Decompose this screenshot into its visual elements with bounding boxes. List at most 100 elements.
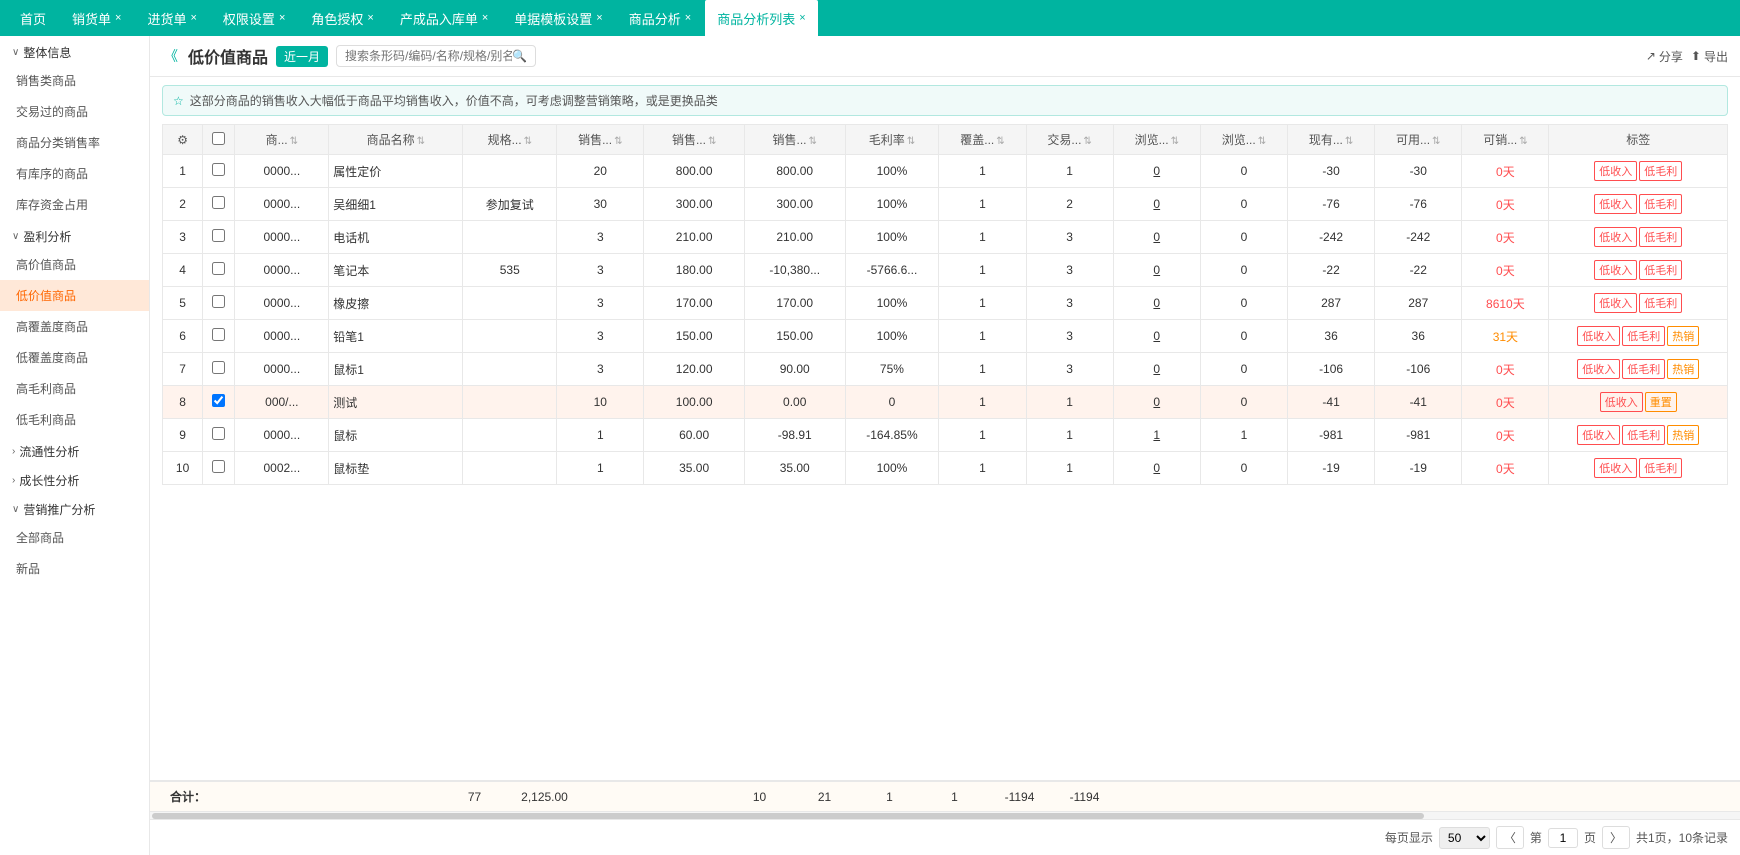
search-icon[interactable]: 🔍 <box>512 49 527 63</box>
first-page-button[interactable]: 〈 <box>1496 826 1524 849</box>
sidebar-item-high-margin[interactable]: 高毛利商品 <box>0 373 149 404</box>
horizontal-scrollbar-area[interactable] <box>150 811 1740 819</box>
nav-close-finished-goods[interactable]: × <box>482 12 488 24</box>
row-views1[interactable]: 0 <box>1113 188 1200 221</box>
row-select-checkbox[interactable] <box>212 394 225 407</box>
gross-rate-col-header[interactable]: 毛利率⇅ <box>845 125 939 155</box>
nav-close-template-settings[interactable]: × <box>596 12 602 24</box>
row-checkbox[interactable] <box>203 221 235 254</box>
row-select-checkbox[interactable] <box>212 229 225 242</box>
sales-qty-col-header[interactable]: 销售...⇅ <box>557 125 644 155</box>
sidebar-group-overall-title[interactable]: ∨ 整体信息 <box>0 36 149 65</box>
sidebar-item-category-sales-rate[interactable]: 商品分类销售率 <box>0 127 149 158</box>
filter-recent-month-button[interactable]: 近一月 <box>276 46 328 67</box>
sidebar-item-goods-with-stock[interactable]: 有库序的商品 <box>0 158 149 189</box>
checkbox-col-header[interactable] <box>203 125 235 155</box>
row-views1[interactable]: 0 <box>1113 452 1200 485</box>
nav-close-role-auth[interactable]: × <box>367 12 373 24</box>
stock-sell-col-header[interactable]: 可销...⇅ <box>1462 125 1549 155</box>
row-checkbox[interactable] <box>203 287 235 320</box>
row-checkbox[interactable] <box>203 155 235 188</box>
nav-role-auth[interactable]: 角色授权 × <box>299 0 385 36</box>
sidebar-group-flow-title[interactable]: › 流通性分析 <box>0 435 149 464</box>
coverage-col-header[interactable]: 覆盖...⇅ <box>939 125 1026 155</box>
sidebar-group-profit-title[interactable]: ∨ 盈利分析 <box>0 220 149 249</box>
views1-link[interactable]: 1 <box>1153 428 1160 442</box>
row-select-checkbox[interactable] <box>212 295 225 308</box>
nav-close-product-analysis[interactable]: × <box>685 12 691 24</box>
row-views1[interactable]: 0 <box>1113 254 1200 287</box>
settings-col-header[interactable]: ⚙ <box>163 125 203 155</box>
name-col-header[interactable]: 商品名称⇅ <box>329 125 463 155</box>
row-select-checkbox[interactable] <box>212 262 225 275</box>
transactions-col-header[interactable]: 交易...⇅ <box>1026 125 1113 155</box>
row-select-checkbox[interactable] <box>212 460 225 473</box>
nav-home[interactable]: 首页 <box>8 0 58 36</box>
row-checkbox[interactable] <box>203 254 235 287</box>
sidebar-item-traded-goods[interactable]: 交易过的商品 <box>0 96 149 127</box>
sidebar-item-low-value[interactable]: 低价值商品 <box>0 280 149 311</box>
share-button[interactable]: ↗ 分享 <box>1646 48 1683 65</box>
sales-cost-col-header[interactable]: 销售...⇅ <box>744 125 845 155</box>
nav-sales-order[interactable]: 销货单 × <box>60 0 133 36</box>
export-button[interactable]: ⬆ 导出 <box>1691 48 1728 65</box>
sidebar-item-sales-goods[interactable]: 销售类商品 <box>0 65 149 96</box>
views1-link[interactable]: 0 <box>1153 230 1160 244</box>
collapse-sidebar-button[interactable]: 《 <box>162 44 180 68</box>
row-checkbox[interactable] <box>203 320 235 353</box>
row-checkbox[interactable] <box>203 386 235 419</box>
nav-product-analysis-list[interactable]: 商品分析列表 × <box>705 0 817 36</box>
sidebar-item-high-value[interactable]: 高价值商品 <box>0 249 149 280</box>
views1-link[interactable]: 0 <box>1153 362 1160 376</box>
sidebar-item-new-goods[interactable]: 新品 <box>0 553 149 584</box>
views1-link[interactable]: 0 <box>1153 395 1160 409</box>
row-select-checkbox[interactable] <box>212 328 225 341</box>
per-page-select[interactable]: 50 100 200 <box>1439 827 1490 849</box>
nav-purchase-order[interactable]: 进货单 × <box>135 0 208 36</box>
select-all-checkbox[interactable] <box>212 132 225 145</box>
sales-amt-col-header[interactable]: 销售...⇅ <box>644 125 745 155</box>
row-select-checkbox[interactable] <box>212 427 225 440</box>
tags-col-header[interactable]: 标签 <box>1549 125 1728 155</box>
search-input[interactable] <box>345 49 512 63</box>
row-views1[interactable]: 1 <box>1113 419 1200 452</box>
stock-avail-col-header[interactable]: 可用...⇅ <box>1375 125 1462 155</box>
spec-col-header[interactable]: 规格...⇅ <box>463 125 557 155</box>
nav-close-product-analysis-list[interactable]: × <box>799 12 805 24</box>
page-number-input[interactable] <box>1548 828 1578 848</box>
views1-link[interactable]: 0 <box>1153 197 1160 211</box>
sidebar-group-growth-title[interactable]: › 成长性分析 <box>0 464 149 493</box>
views1-col-header[interactable]: 浏览...⇅ <box>1113 125 1200 155</box>
row-views1[interactable]: 0 <box>1113 287 1200 320</box>
row-views1[interactable]: 0 <box>1113 353 1200 386</box>
row-checkbox[interactable] <box>203 353 235 386</box>
nav-finished-goods[interactable]: 产成品入库单 × <box>388 0 500 36</box>
sidebar-item-stock-capital[interactable]: 库存资金占用 <box>0 189 149 220</box>
nav-template-settings[interactable]: 单据模板设置 × <box>502 0 614 36</box>
row-views1[interactable]: 0 <box>1113 386 1200 419</box>
row-views1[interactable]: 0 <box>1113 320 1200 353</box>
row-views1[interactable]: 0 <box>1113 155 1200 188</box>
nav-product-analysis[interactable]: 商品分析 × <box>617 0 703 36</box>
sidebar-item-all-goods[interactable]: 全部商品 <box>0 522 149 553</box>
code-col-header[interactable]: 商...⇅ <box>235 125 329 155</box>
sidebar-group-marketing-title[interactable]: ∨ 营销推广分析 <box>0 493 149 522</box>
row-checkbox[interactable] <box>203 452 235 485</box>
views2-col-header[interactable]: 浏览...⇅ <box>1200 125 1287 155</box>
row-select-checkbox[interactable] <box>212 196 225 209</box>
row-checkbox[interactable] <box>203 419 235 452</box>
views1-link[interactable]: 0 <box>1153 263 1160 277</box>
row-views1[interactable]: 0 <box>1113 221 1200 254</box>
stock-current-col-header[interactable]: 现有...⇅ <box>1288 125 1375 155</box>
views1-link[interactable]: 0 <box>1153 461 1160 475</box>
views1-link[interactable]: 0 <box>1153 296 1160 310</box>
views1-link[interactable]: 0 <box>1153 164 1160 178</box>
row-select-checkbox[interactable] <box>212 361 225 374</box>
nav-close-sales-order[interactable]: × <box>115 12 121 24</box>
views1-link[interactable]: 0 <box>1153 329 1160 343</box>
row-checkbox[interactable] <box>203 188 235 221</box>
row-select-checkbox[interactable] <box>212 163 225 176</box>
sidebar-item-low-margin[interactable]: 低毛利商品 <box>0 404 149 435</box>
nav-close-purchase-order[interactable]: × <box>190 12 196 24</box>
next-page-button[interactable]: 〉 <box>1602 826 1630 849</box>
